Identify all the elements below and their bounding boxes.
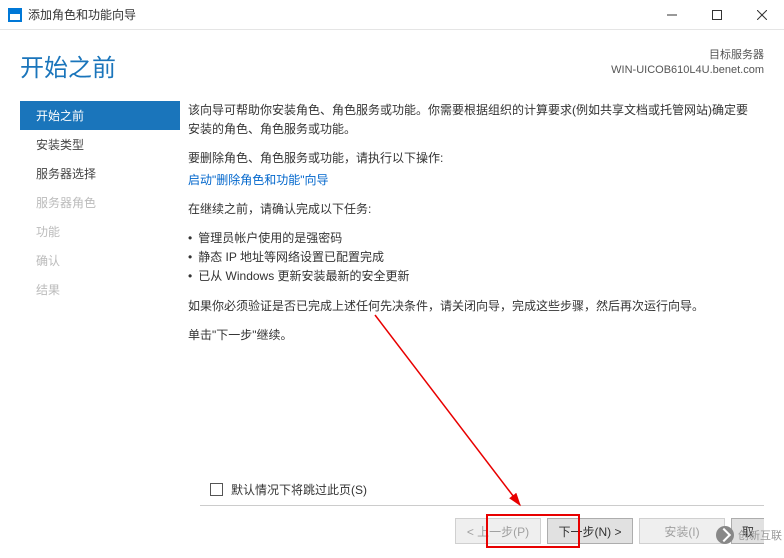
server-name: WIN-UICOB610L4U.benet.com (611, 63, 764, 78)
prereq-item: 管理员帐户使用的是强密码 (188, 229, 756, 248)
prereq-list: 管理员帐户使用的是强密码 静态 IP 地址等网络设置已配置完成 已从 Windo… (188, 229, 756, 287)
sidebar-item-server-roles: 服务器角色 (20, 188, 180, 217)
close-button[interactable] (739, 0, 784, 30)
remove-instruction: 要删除角色、角色服务或功能，请执行以下操作: (188, 149, 756, 168)
sidebar-item-features: 功能 (20, 217, 180, 246)
app-icon (8, 8, 22, 22)
before-continue-label: 在继续之前，请确认完成以下任务: (188, 200, 756, 219)
skip-checkbox[interactable] (210, 483, 223, 496)
skip-label: 默认情况下将跳过此页(S) (231, 481, 367, 498)
install-button: 安装(I) (639, 518, 725, 544)
skip-row: 默认情况下将跳过此页(S) (210, 481, 367, 498)
sidebar-item-confirmation: 确认 (20, 246, 180, 275)
watermark-icon (716, 526, 734, 544)
server-label: 目标服务器 (611, 48, 764, 63)
header: 开始之前 目标服务器 WIN-UICOB610L4U.benet.com (0, 30, 784, 93)
prereq-item: 静态 IP 地址等网络设置已配置完成 (188, 248, 756, 267)
sidebar-item-before-you-begin[interactable]: 开始之前 (20, 101, 180, 130)
sidebar-item-server-selection[interactable]: 服务器选择 (20, 159, 180, 188)
previous-button: < 上一步(P) (455, 518, 541, 544)
watermark-text: 创新互联 (738, 527, 782, 543)
server-info: 目标服务器 WIN-UICOB610L4U.benet.com (611, 48, 764, 83)
content-panel: 该向导可帮助你安装角色、角色服务或功能。你需要根据组织的计算要求(例如共享文档或… (180, 101, 764, 355)
footer-divider (200, 505, 764, 506)
minimize-button[interactable] (649, 0, 694, 30)
sidebar-item-installation-type[interactable]: 安装类型 (20, 130, 180, 159)
prereq-item: 已从 Windows 更新安装最新的安全更新 (188, 267, 756, 286)
continue-note: 单击"下一步"继续。 (188, 326, 756, 345)
next-button[interactable]: 下一步(N) > (547, 518, 633, 544)
window-controls (649, 0, 784, 30)
verify-note: 如果你必须验证是否已完成上述任何先决条件，请关闭向导，完成这些步骤，然后再次运行… (188, 297, 756, 316)
main-area: 开始之前 安装类型 服务器选择 服务器角色 功能 确认 结果 该向导可帮助你安装… (0, 93, 784, 355)
sidebar-item-results: 结果 (20, 275, 180, 304)
maximize-button[interactable] (694, 0, 739, 30)
titlebar: 添加角色和功能向导 (0, 0, 784, 30)
watermark: 创新互联 (716, 526, 782, 544)
page-title: 开始之前 (20, 48, 611, 83)
remove-roles-link[interactable]: 启动"删除角色和功能"向导 (188, 171, 756, 190)
window-title: 添加角色和功能向导 (28, 6, 649, 23)
intro-text: 该向导可帮助你安装角色、角色服务或功能。你需要根据组织的计算要求(例如共享文档或… (188, 101, 756, 139)
sidebar: 开始之前 安装类型 服务器选择 服务器角色 功能 确认 结果 (20, 101, 180, 355)
